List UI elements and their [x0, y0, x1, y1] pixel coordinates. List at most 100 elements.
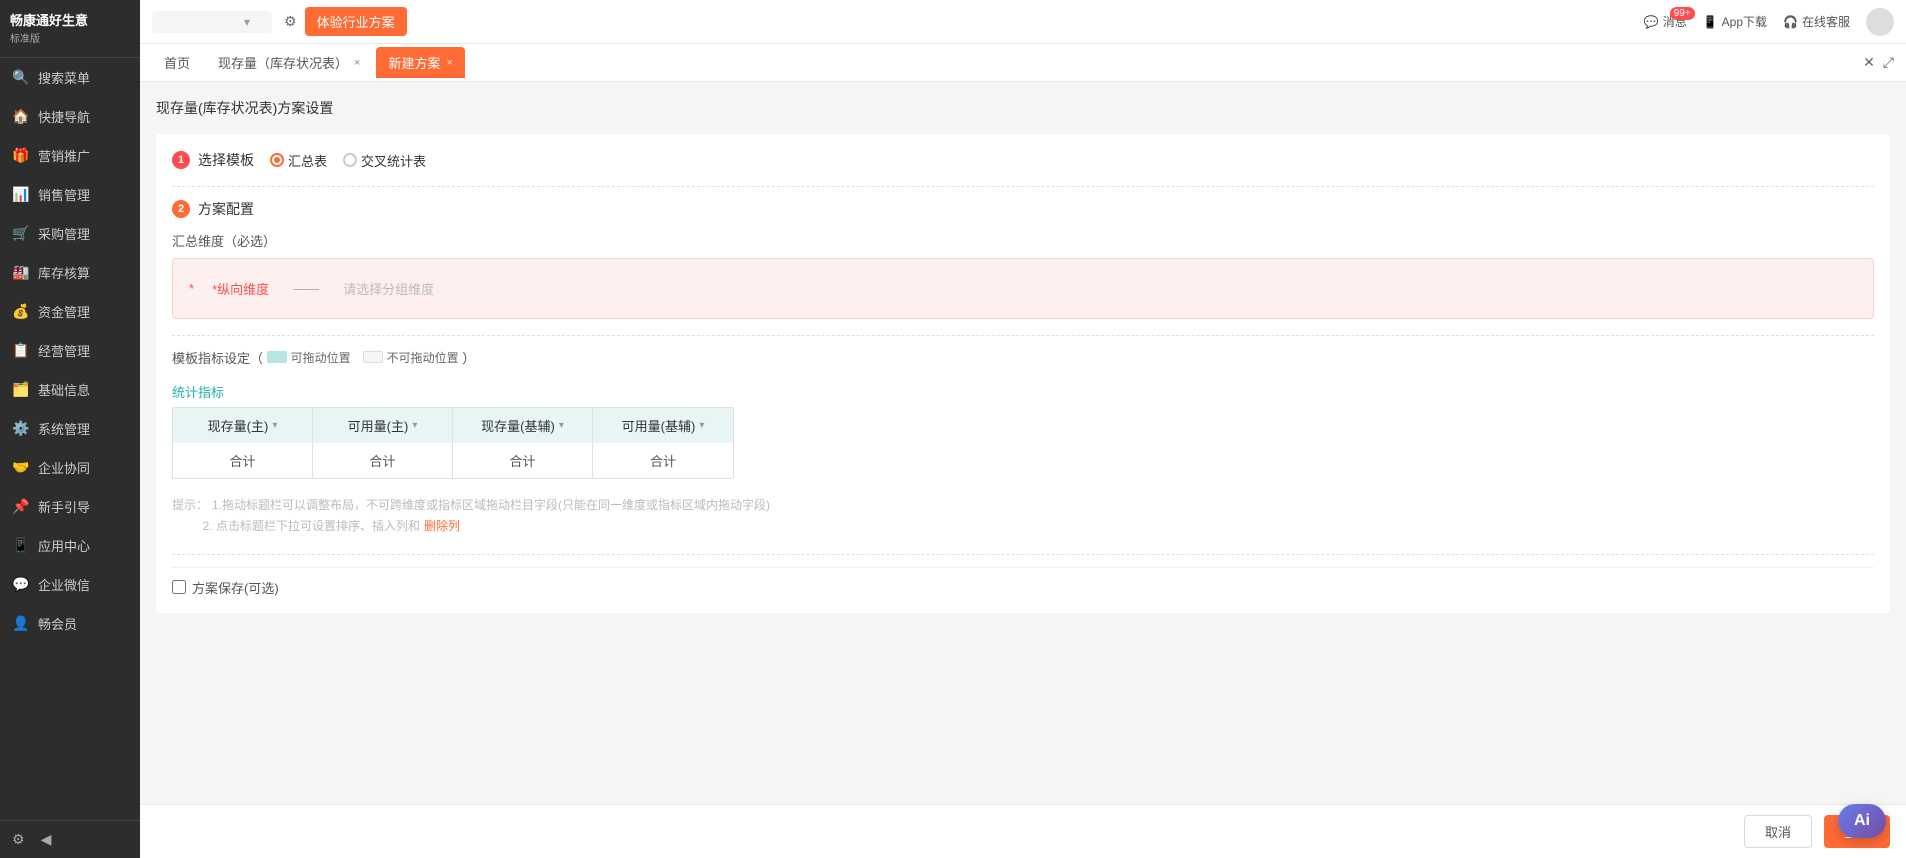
sidebar-item-label: 经营管理	[38, 341, 90, 360]
metrics-label: 模板指标设定（ 可拖动位置 不可拖动位置 ）	[172, 348, 1874, 374]
tab-new-plan-close-icon[interactable]: ×	[446, 57, 452, 69]
tips-section: 提示： 1.拖动标题栏可以调整布局，不可跨维度或指标区域拖动栏目字段(只能在同一…	[172, 495, 1874, 538]
divider1	[172, 186, 1874, 187]
app-logo: 畅康通好生意 标准版	[0, 0, 140, 58]
section2-title: 方案配置	[198, 199, 254, 219]
mobile-icon: 📱	[12, 537, 30, 555]
section-template: 1 选择模板 汇总表 交叉统计表	[172, 150, 1874, 170]
sidebar-item-label: 畅会员	[38, 614, 77, 633]
col-available-aux-body: 合计	[593, 443, 733, 478]
handshake-icon: 🤝	[12, 459, 30, 477]
gear-icon: ⚙️	[12, 420, 30, 438]
radio-crosstab-label: 交叉统计表	[361, 151, 426, 170]
sidebar-item-quicknav[interactable]: 🏠 快捷导航	[0, 97, 140, 136]
col-available-aux-header[interactable]: 可用量(基辅) ▾	[593, 408, 733, 443]
section1-title: 选择模板	[198, 150, 254, 170]
sidebar-item-management[interactable]: 📋 经营管理	[0, 331, 140, 370]
search-input[interactable]	[160, 15, 240, 29]
search-dropdown-icon[interactable]: ▾	[244, 15, 250, 29]
step2-badge: 2	[172, 200, 190, 218]
chevron-down-icon3: ▾	[559, 420, 564, 431]
online-service-btn[interactable]: 🎧 在线客服	[1783, 13, 1850, 30]
user-icon: 👤	[12, 615, 30, 633]
draggable-color	[267, 351, 287, 363]
sidebar-item-marketing[interactable]: 🎁 营销推广	[0, 136, 140, 175]
radio-crosstab-circle	[343, 153, 357, 167]
topbar-search-box[interactable]: ▾	[152, 11, 272, 33]
col-present-aux-header[interactable]: 现存量(基辅) ▾	[453, 408, 592, 443]
tab-close-all-btn[interactable]: ✕	[1863, 54, 1875, 71]
radio-summary-circle	[270, 153, 284, 167]
radio-summary[interactable]: 汇总表	[270, 151, 327, 170]
footer-bar: 取消 查询	[140, 804, 1906, 858]
tip-highlight: 删除列	[424, 516, 460, 538]
col-present-main-total: 合计	[173, 443, 312, 478]
service-label: 在线客服	[1802, 13, 1850, 30]
tip-line-1: 提示： 1.拖动标题栏可以调整布局，不可跨维度或指标区域拖动栏目字段(只能在同一…	[172, 495, 1874, 517]
sidebar-item-purchase[interactable]: 🛒 采购管理	[0, 214, 140, 253]
indicator-section-label: 统计指标	[172, 382, 1874, 401]
tab-inventory[interactable]: 现存量（库存状况表） ×	[206, 47, 372, 78]
app-download-btn[interactable]: 📱 App下载	[1703, 13, 1767, 30]
dim-dash: ——	[293, 281, 319, 296]
sidebar-item-search[interactable]: 🔍 搜索菜单	[0, 58, 140, 97]
col-available-main-header[interactable]: 可用量(主) ▾	[313, 408, 452, 443]
sidebar-item-collab[interactable]: 🤝 企业协同	[0, 448, 140, 487]
divider3	[172, 554, 1874, 555]
sidebar-item-label: 库存核算	[38, 263, 90, 282]
non-draggable-legend: 不可拖动位置	[363, 349, 459, 366]
tab-inventory-close-icon[interactable]: ×	[354, 57, 360, 69]
settings-icon[interactable]: ⚙	[12, 831, 25, 848]
sidebar-item-member[interactable]: 👤 畅会员	[0, 604, 140, 643]
message-btn[interactable]: 💬 消息 99+	[1644, 13, 1687, 30]
topbar: ▾ ⚙ 体验行业方案 💬 消息 99+ 📱 App下载 🎧 在线客服	[140, 0, 1906, 44]
warehouse-icon: 🏭	[12, 264, 30, 282]
chevron-down-icon: ▾	[272, 420, 277, 431]
main-panel: 1 选择模板 汇总表 交叉统计表	[156, 134, 1890, 613]
sidebar-item-label: 应用中心	[38, 536, 90, 555]
sidebar-item-newbie[interactable]: 📌 新手引导	[0, 487, 140, 526]
col-present-main-header[interactable]: 现存量(主) ▾	[173, 408, 312, 443]
cancel-button[interactable]: 取消	[1744, 815, 1812, 848]
avatar[interactable]	[1866, 8, 1894, 36]
dimension-selector[interactable]: * *纵向维度 —— 请选择分组维度	[172, 258, 1874, 319]
dim-placeholder: 请选择分组维度	[343, 279, 434, 298]
vertical-dim-label: *纵向维度	[212, 279, 269, 298]
content-area: 现存量(库存状况表)方案设置 1 选择模板 汇总表 交叉统计表	[140, 82, 1906, 804]
asterisk: *	[189, 281, 194, 296]
divider2	[172, 335, 1874, 336]
indicator-table-body: 合计 合计 合计 合计	[173, 443, 733, 478]
page-title: 现存量(库存状况表)方案设置	[156, 98, 1890, 118]
save-checkbox[interactable]	[172, 580, 186, 594]
radio-crosstab[interactable]: 交叉统计表	[343, 151, 426, 170]
trial-btn[interactable]: 体验行业方案	[305, 7, 407, 36]
sidebar-item-sales[interactable]: 📊 销售管理	[0, 175, 140, 214]
col-present-main-body: 合计	[173, 443, 313, 478]
sidebar-item-label: 企业微信	[38, 575, 90, 594]
sidebar-item-label: 系统管理	[38, 419, 90, 438]
tab-new-plan[interactable]: 新建方案 ×	[376, 47, 464, 78]
sidebar-item-inventory[interactable]: 🏭 库存核算	[0, 253, 140, 292]
home-icon: 🏠	[12, 108, 30, 126]
sidebar-item-system[interactable]: ⚙️ 系统管理	[0, 409, 140, 448]
col-present-main: 现存量(主) ▾	[173, 408, 313, 443]
sidebar-nav: 🔍 搜索菜单 🏠 快捷导航 🎁 营销推广 📊 销售管理 🛒 采购管理 🏭 库存核…	[0, 58, 140, 820]
col-available-aux: 可用量(基辅) ▾	[593, 408, 733, 443]
sidebar-item-wechat[interactable]: 💬 企业微信	[0, 565, 140, 604]
sidebar-item-basics[interactable]: 🗂️ 基础信息	[0, 370, 140, 409]
tab-expand-btn[interactable]: ⤢	[1883, 54, 1894, 71]
sidebar-item-appstore[interactable]: 📱 应用中心	[0, 526, 140, 565]
ai-fab-button[interactable]: Ai	[1838, 804, 1886, 838]
message-badge: 99+	[1670, 7, 1695, 20]
sidebar-item-finance[interactable]: 💰 资金管理	[0, 292, 140, 331]
sidebar-footer: ⚙ ◀	[0, 820, 140, 858]
topbar-gear-icon[interactable]: ⚙	[284, 13, 297, 30]
sound-icon[interactable]: ◀	[41, 831, 52, 848]
col-present-aux: 现存量(基辅) ▾	[453, 408, 593, 443]
radio-summary-label: 汇总表	[288, 151, 327, 170]
sidebar-item-label: 新手引导	[38, 497, 90, 516]
sidebar-item-label: 采购管理	[38, 224, 90, 243]
headset-icon: 🎧	[1783, 15, 1798, 29]
tab-home[interactable]: 首页	[152, 47, 202, 78]
topbar-right: 💬 消息 99+ 📱 App下载 🎧 在线客服	[1644, 8, 1894, 36]
